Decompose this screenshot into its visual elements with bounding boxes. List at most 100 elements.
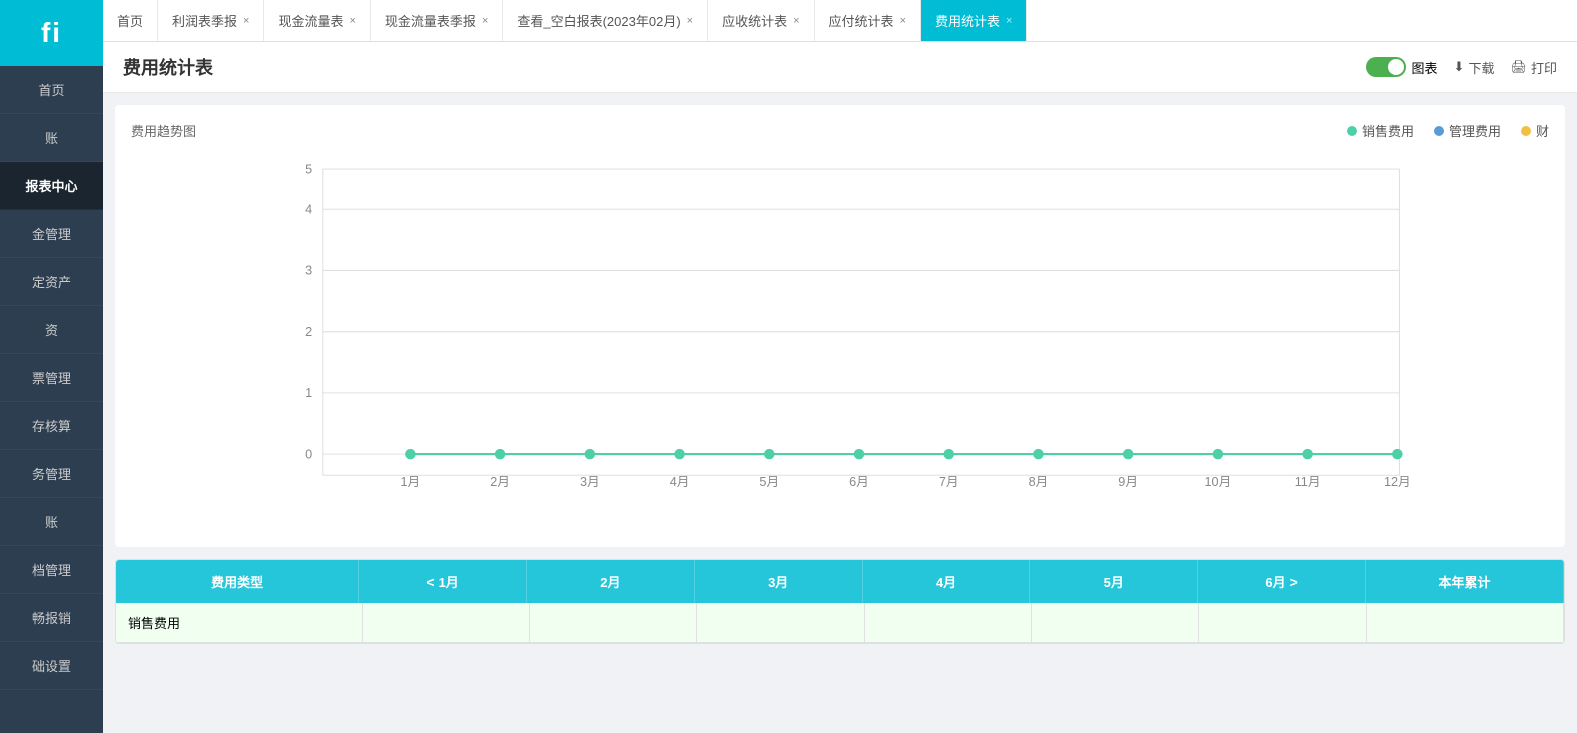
chart-toggle-label: 图表 <box>1412 58 1438 77</box>
tab-cashflow-quarterly[interactable]: 现金流量表季报 × <box>371 0 503 41</box>
svg-text:1月: 1月 <box>401 475 421 489</box>
sidebar-item-sales-return[interactable]: 畅报销 <box>0 594 103 642</box>
sidebar-item-fixed-assets[interactable]: 定资产 <box>0 258 103 306</box>
td-m5 <box>1032 603 1199 642</box>
close-tab-cashflow[interactable]: × <box>349 15 355 27</box>
th-accum: 本年累计 <box>1366 560 1564 603</box>
page-header: 费用统计表 图表 ⬇ 下载 🖨 打印 <box>103 42 1577 93</box>
svg-text:3月: 3月 <box>580 475 600 489</box>
chart-legend: 销售费用 管理费用 财 <box>1347 121 1549 140</box>
chart-point <box>1392 449 1403 460</box>
line-chart: 0 1 2 3 4 5 <box>131 148 1549 528</box>
next-months-button[interactable]: > <box>1290 574 1298 590</box>
sidebar-logo: fi <box>0 0 103 66</box>
tab-profit-quarterly[interactable]: 利润表季报 × <box>158 0 264 41</box>
sidebar-item-fund-mgmt[interactable]: 金管理 <box>0 210 103 258</box>
svg-text:4月: 4月 <box>670 475 690 489</box>
chart-title: 费用趋势图 <box>131 121 196 140</box>
svg-text:9月: 9月 <box>1118 475 1138 489</box>
tab-cashflow[interactable]: 现金流量表 × <box>264 0 370 41</box>
svg-text:5: 5 <box>305 162 312 176</box>
td-m6 <box>1199 603 1366 642</box>
chart-point <box>1033 449 1044 460</box>
download-icon: ⬇ <box>1454 59 1465 75</box>
sidebar: fi 首页 账 报表中心 金管理 定资产 资 票管理 存核算 务管理 账 档管理… <box>0 0 103 733</box>
svg-text:5月: 5月 <box>759 475 779 489</box>
sidebar-item-file-mgmt[interactable]: 档管理 <box>0 546 103 594</box>
legend-label-admin: 管理费用 <box>1449 121 1501 140</box>
prev-months-button[interactable]: < <box>426 574 434 590</box>
legend-dot-finance <box>1521 126 1531 136</box>
download-button[interactable]: ⬇ 下载 <box>1454 58 1495 77</box>
close-tab-blank-report[interactable]: × <box>687 15 693 27</box>
svg-text:3: 3 <box>305 264 312 278</box>
table-header: 费用类型 < 1月 2月 3月 4月 5月 <box>116 560 1564 603</box>
tab-bar: 首页 利润表季报 × 现金流量表 × 现金流量表季报 × 查看_空白报表(202… <box>103 0 1577 42</box>
sidebar-item-assets[interactable]: 资 <box>0 306 103 354</box>
chart-point <box>495 449 506 460</box>
print-icon: 🖨 <box>1510 59 1527 75</box>
header-actions: 图表 ⬇ 下载 🖨 打印 <box>1366 57 1557 77</box>
close-tab-payable-stat[interactable]: × <box>900 15 906 27</box>
td-m1 <box>363 603 530 642</box>
chart-point <box>1123 449 1134 460</box>
svg-text:11月: 11月 <box>1295 475 1321 489</box>
legend-label-sales: 销售费用 <box>1362 121 1414 140</box>
td-accum <box>1367 603 1564 642</box>
close-tab-receivable[interactable]: × <box>793 15 799 27</box>
chart-point <box>585 449 596 460</box>
legend-dot-sales <box>1347 126 1357 136</box>
legend-admin-expense: 管理费用 <box>1434 121 1501 140</box>
svg-text:1: 1 <box>305 386 312 400</box>
th-m1: < 1月 <box>359 560 527 603</box>
legend-dot-admin <box>1434 126 1444 136</box>
close-tab-profit-quarterly[interactable]: × <box>243 15 249 27</box>
chart-toggle[interactable] <box>1366 57 1406 77</box>
main-area: 首页 利润表季报 × 现金流量表 × 现金流量表季报 × 查看_空白报表(202… <box>103 0 1577 733</box>
svg-text:10月: 10月 <box>1205 475 1232 489</box>
expense-table: 费用类型 < 1月 2月 3月 4月 5月 <box>115 559 1565 644</box>
close-tab-cashflow-quarterly[interactable]: × <box>482 15 488 27</box>
chart-point <box>405 449 416 460</box>
chart-point <box>1302 449 1313 460</box>
sidebar-item-home[interactable]: 首页 <box>0 66 103 114</box>
svg-text:6月: 6月 <box>849 475 869 489</box>
svg-text:2月: 2月 <box>490 475 510 489</box>
sidebar-item-report-center[interactable]: 报表中心 <box>0 162 103 210</box>
td-type: 销售费用 <box>116 603 363 642</box>
svg-text:0: 0 <box>305 447 312 461</box>
content-area: 费用统计表 图表 ⬇ 下载 🖨 打印 费用趋势图 <box>103 42 1577 733</box>
th-m4: 4月 <box>863 560 1031 603</box>
tab-home[interactable]: 首页 <box>103 0 158 41</box>
sidebar-item-inventory[interactable]: 存核算 <box>0 402 103 450</box>
sidebar-item-invoice-mgmt[interactable]: 票管理 <box>0 354 103 402</box>
th-m3: 3月 <box>695 560 863 603</box>
svg-text:2: 2 <box>305 325 312 339</box>
chart-toggle-wrap: 图表 <box>1366 57 1438 77</box>
th-m6: 6月 > <box>1198 560 1366 603</box>
sidebar-item-payable[interactable]: 账 <box>0 498 103 546</box>
tab-payable-stat[interactable]: 应付统计表 × <box>815 0 921 41</box>
page-title: 费用统计表 <box>123 54 213 80</box>
tab-expense-stat[interactable]: 费用统计表 × <box>921 0 1027 41</box>
print-button[interactable]: 🖨 打印 <box>1510 58 1557 77</box>
sidebar-item-service-mgmt[interactable]: 务管理 <box>0 450 103 498</box>
td-m2 <box>530 603 697 642</box>
td-m3 <box>697 603 864 642</box>
chart-point <box>674 449 685 460</box>
th-m2: 2月 <box>527 560 695 603</box>
sidebar-item-basic-settings[interactable]: 础设置 <box>0 642 103 690</box>
chart-point <box>854 449 865 460</box>
svg-text:7月: 7月 <box>939 475 959 489</box>
legend-label-finance: 财 <box>1536 121 1549 140</box>
tab-receivable[interactable]: 应收统计表 × <box>708 0 814 41</box>
tab-blank-report[interactable]: 查看_空白报表(2023年02月) × <box>503 0 708 41</box>
svg-text:8月: 8月 <box>1029 475 1049 489</box>
sidebar-item-account[interactable]: 账 <box>0 114 103 162</box>
legend-finance-expense: 财 <box>1521 121 1549 140</box>
close-tab-expense-stat[interactable]: × <box>1006 15 1012 27</box>
table-row: 销售费用 <box>116 603 1564 643</box>
svg-text:12月: 12月 <box>1384 475 1411 489</box>
legend-sales-expense: 销售费用 <box>1347 121 1414 140</box>
chart-point <box>1213 449 1224 460</box>
